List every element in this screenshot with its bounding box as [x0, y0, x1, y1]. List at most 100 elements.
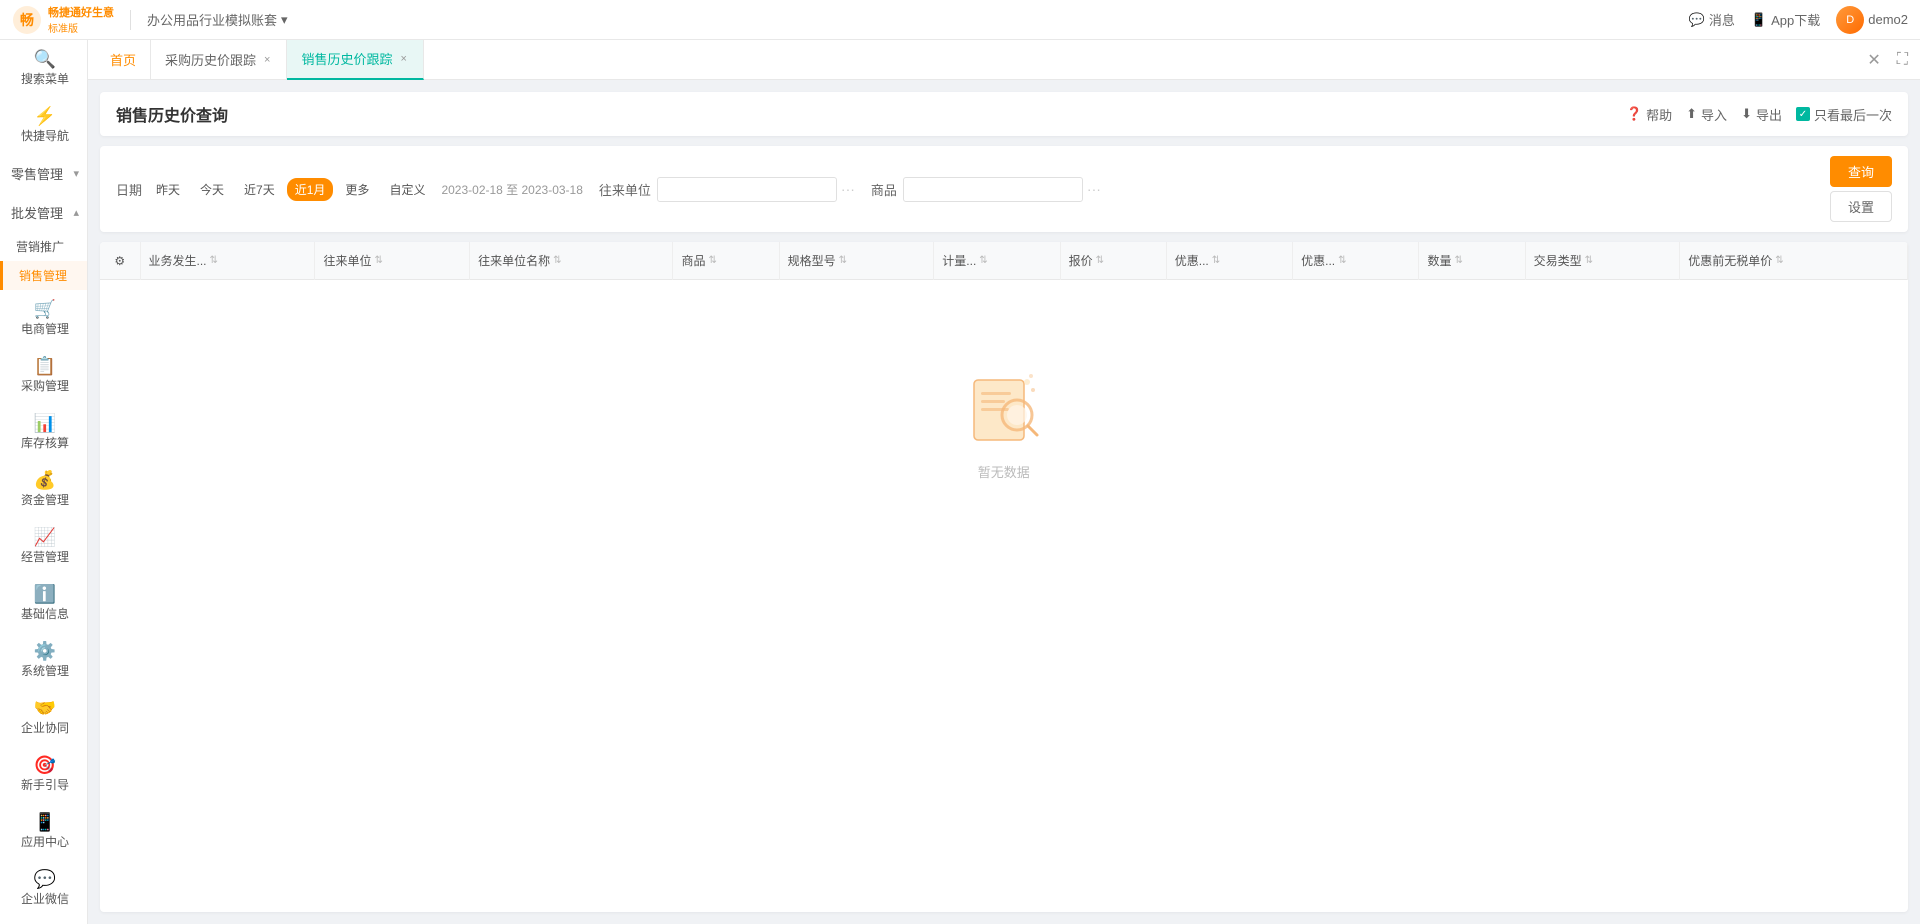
- tab-home[interactable]: 首页: [96, 40, 151, 80]
- sidebar-item-label: 新手引导: [21, 776, 69, 793]
- table-th-gear[interactable]: ⚙: [100, 242, 140, 280]
- tab-bar: 首页 采购历史价跟踪 × 销售历史价跟踪 × ✕ ⛶: [88, 40, 1920, 80]
- table-th-biz-date[interactable]: 业务发生... ⇅: [140, 242, 315, 280]
- retail-label: 零售管理: [11, 164, 63, 183]
- partner-dots-icon[interactable]: ···: [841, 181, 855, 197]
- sort-spec-icon: ⇅: [839, 255, 847, 266]
- tab-purchase-track-close[interactable]: ×: [262, 52, 272, 68]
- sidebar-item-retail[interactable]: 零售管理 ▾: [0, 154, 87, 193]
- settings-button[interactable]: 设置: [1830, 191, 1892, 222]
- help-label: 帮助: [1646, 105, 1672, 124]
- user-avatar-area[interactable]: D demo2: [1836, 6, 1908, 34]
- sort-discount2-icon: ⇅: [1338, 255, 1346, 266]
- sidebar-item-guide[interactable]: 🎯 新手引导: [0, 746, 87, 803]
- table-th-partner-name[interactable]: 往来单位名称 ⇅: [470, 242, 673, 280]
- sidebar-item-inventory[interactable]: 📊 库存核算: [0, 404, 87, 461]
- table-th-goods[interactable]: 商品 ⇅: [673, 242, 779, 280]
- export-icon: ⬇: [1741, 106, 1752, 122]
- filter-btn-group: 查询 设置: [1830, 156, 1892, 222]
- partner-label: 往来单位: [599, 180, 651, 199]
- sidebar-item-search[interactable]: 🔍 搜索菜单: [0, 40, 87, 97]
- table-th-spec[interactable]: 规格型号 ⇅: [779, 242, 934, 280]
- goods-filter-group: 商品 ···: [871, 177, 1101, 202]
- sidebar-item-system[interactable]: ⚙️ 系统管理: [0, 632, 87, 689]
- table-th-discount1[interactable]: 优惠... ⇅: [1166, 242, 1292, 280]
- view-last-checkbox[interactable]: ✓ 只看最后一次: [1796, 105, 1892, 124]
- sidebar-item-enterprise-wechat[interactable]: 💬 企业微信: [0, 860, 87, 917]
- app-center-icon: 📱: [34, 813, 56, 831]
- partner-input[interactable]: [657, 177, 837, 202]
- table-th-trade-type[interactable]: 交易类型 ⇅: [1525, 242, 1680, 280]
- table-th-partner-code[interactable]: 往来单位 ⇅: [315, 242, 470, 280]
- inventory-icon: 📊: [34, 414, 56, 432]
- guide-icon: 🎯: [34, 756, 56, 774]
- sidebar-item-label: 快捷导航: [21, 127, 69, 144]
- sidebar-item-app-center[interactable]: 📱 应用中心: [0, 803, 87, 860]
- sidebar-item-purchase[interactable]: 📋 采购管理: [0, 347, 87, 404]
- help-icon: ❓: [1626, 106, 1642, 122]
- import-label: 导入: [1701, 105, 1727, 124]
- date-btn-custom[interactable]: 自定义: [381, 178, 433, 201]
- ecommerce-icon: 🛒: [34, 300, 56, 318]
- sidebar-item-label: 库存核算: [21, 434, 69, 451]
- export-button[interactable]: ⬇ 导出: [1741, 105, 1782, 124]
- date-buttons: 昨天 今天 近7天 近1月 更多 自定义: [148, 178, 433, 201]
- sidebar-item-shortcut[interactable]: ⚡ 快捷导航: [0, 97, 87, 154]
- tab-bar-actions: ✕ ⛶: [1863, 46, 1912, 74]
- sort-goods-icon: ⇅: [708, 255, 716, 266]
- tab-purchase-track[interactable]: 采购历史价跟踪 ×: [151, 40, 287, 80]
- date-btn-yesterday[interactable]: 昨天: [148, 178, 188, 201]
- export-label: 导出: [1756, 105, 1782, 124]
- logo-text: 畅捷通好生意 标准版: [48, 4, 114, 35]
- sidebar-item-basic[interactable]: ℹ️ 基础信息: [0, 575, 87, 632]
- import-icon: ⬆: [1686, 106, 1697, 122]
- app-download-icon: 📱: [1751, 12, 1767, 28]
- date-btn-more[interactable]: 更多: [337, 178, 377, 201]
- checkbox-checked-icon: ✓: [1796, 107, 1810, 121]
- table-th-quantity[interactable]: 数量 ⇅: [1419, 242, 1525, 280]
- table-th-pre-tax-price[interactable]: 优惠前无税单价 ⇅: [1680, 242, 1908, 280]
- page-title: 销售历史价查询: [116, 102, 228, 126]
- tab-sales-track-close[interactable]: ×: [398, 51, 408, 67]
- help-button[interactable]: ❓ 帮助: [1626, 105, 1672, 124]
- sort-pre-tax-price-icon: ⇅: [1775, 255, 1783, 266]
- table-th-discount2[interactable]: 优惠... ⇅: [1293, 242, 1419, 280]
- sidebar-item-operation[interactable]: 📈 经营管理: [0, 518, 87, 575]
- sidebar-item-member[interactable]: 👑 畅会员: [0, 917, 87, 924]
- sidebar-item-cooperation[interactable]: 🤝 企业协同: [0, 689, 87, 746]
- query-button[interactable]: 查询: [1830, 156, 1892, 187]
- sort-price-icon: ⇅: [1096, 255, 1104, 266]
- message-label: 消息: [1709, 10, 1735, 29]
- sidebar-item-wholesale[interactable]: 批发管理 ▴: [0, 193, 87, 232]
- goods-input[interactable]: [903, 177, 1083, 202]
- sidebar: 🔍 搜索菜单 ⚡ 快捷导航 零售管理 ▾ 批发管理 ▴ 营销推广 销售管理 🛒 …: [0, 40, 88, 924]
- company-dropdown-icon[interactable]: ▾: [281, 12, 288, 28]
- table-header-row: ⚙ 业务发生... ⇅ 往来单位: [100, 242, 1908, 280]
- partner-input-wrapper: ···: [657, 177, 855, 202]
- sidebar-item-label: 基础信息: [21, 605, 69, 622]
- sidebar-item-sales[interactable]: 销售管理: [0, 261, 87, 290]
- sidebar-item-marketing[interactable]: 营销推广: [0, 232, 87, 261]
- date-btn-1month[interactable]: 近1月: [287, 178, 334, 201]
- table-body: 暂无数据: [100, 280, 1908, 562]
- tab-maximize-icon[interactable]: ⛶: [1893, 47, 1912, 73]
- table-th-price[interactable]: 报价 ⇅: [1060, 242, 1166, 280]
- sidebar-item-ecommerce[interactable]: 🛒 电商管理: [0, 290, 87, 347]
- tab-sales-track[interactable]: 销售历史价跟踪 ×: [287, 40, 423, 80]
- message-button[interactable]: 💬 消息: [1689, 10, 1735, 29]
- date-btn-7days[interactable]: 近7天: [236, 178, 283, 201]
- tab-close-all-icon[interactable]: ✕: [1863, 46, 1884, 74]
- content-area: 首页 采购历史价跟踪 × 销售历史价跟踪 × ✕ ⛶ 销售历史价查询: [88, 40, 1920, 924]
- goods-dots-icon[interactable]: ···: [1087, 181, 1101, 197]
- import-button[interactable]: ⬆ 导入: [1686, 105, 1727, 124]
- table-th-unit[interactable]: 计量... ⇅: [934, 242, 1060, 280]
- sidebar-item-label: 企业协同: [21, 719, 69, 736]
- operation-icon: 📈: [34, 528, 56, 546]
- date-label: 日期: [116, 180, 142, 199]
- finance-icon: 💰: [34, 471, 56, 489]
- date-btn-today[interactable]: 今天: [192, 178, 232, 201]
- company-selector[interactable]: 办公用品行业模拟账套 ▾: [147, 10, 288, 29]
- app-download-button[interactable]: 📱 App下载: [1751, 10, 1820, 29]
- sidebar-item-finance[interactable]: 💰 资金管理: [0, 461, 87, 518]
- system-icon: ⚙️: [34, 642, 56, 660]
